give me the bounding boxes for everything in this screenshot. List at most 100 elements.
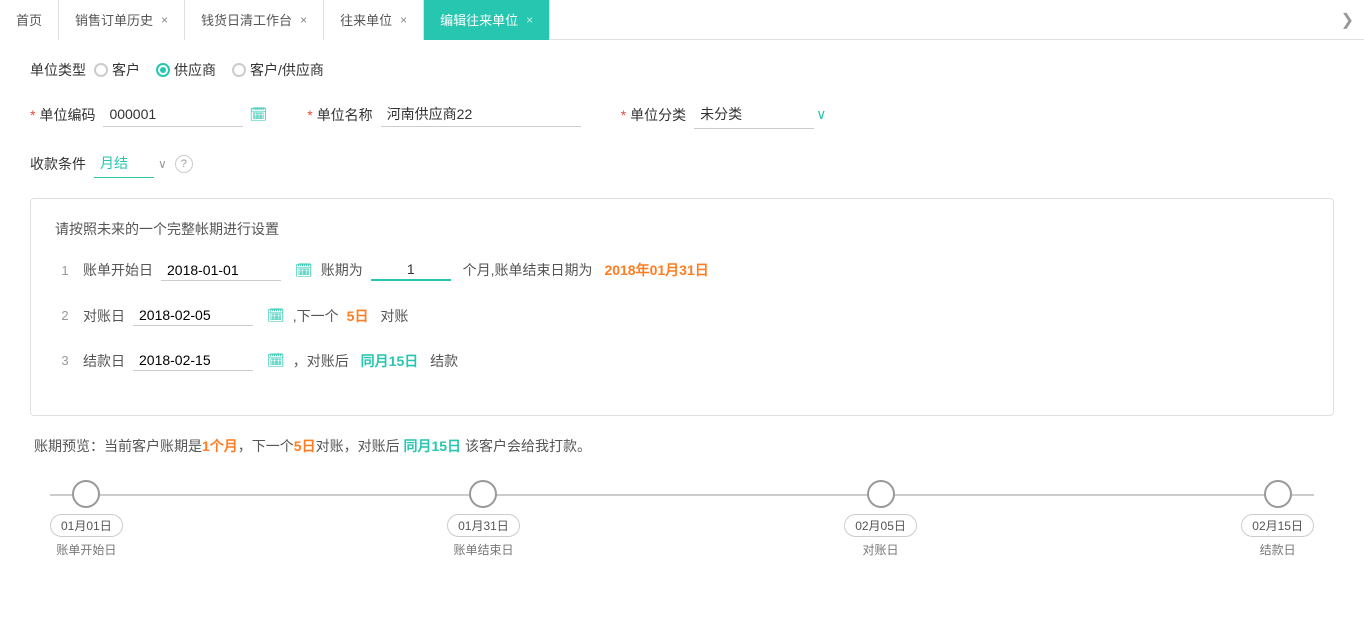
radio-customer-circle <box>94 63 108 77</box>
unit-code-required: * <box>30 107 35 123</box>
unit-code-label: 单位编码 <box>39 105 95 125</box>
period-cal-1[interactable]: 🗓 <box>295 262 313 279</box>
timeline-point-3: 02月15日 结款日 <box>1241 480 1314 558</box>
payment-terms-arrow[interactable]: ∨ <box>158 157 167 171</box>
timeline-dot-2 <box>867 480 895 508</box>
preview-suffix: 该客户会给我打款。 <box>465 438 591 454</box>
payment-terms-label: 收款条件 <box>30 154 86 174</box>
unit-name-required: * <box>307 107 312 123</box>
period-label-2: 对账日 <box>83 306 125 326</box>
period-num-3: 3 <box>55 353 75 368</box>
period-suffix-2a: ,下一个 <box>293 306 339 326</box>
preview-day5: 5日 <box>294 438 316 454</box>
period-highlight-5: 5日 <box>347 306 369 326</box>
unit-type-label: 单位类型 <box>30 60 86 80</box>
payment-terms-help[interactable]: ? <box>175 155 193 173</box>
radio-customer-label: 客户 <box>112 60 140 80</box>
preview-text: 账期预览：当前客户账期是1个月，下一个5日对账，对账后 同月15日 该客户会给我… <box>30 436 1334 456</box>
payment-terms-row: 收款条件 月结 ∨ ? <box>30 149 1334 178</box>
timeline-section: 01月01日 账单开始日 01月31日 账单结束日 02月05日 对账日 02月… <box>30 480 1334 598</box>
period-highlight-15: 同月15日 <box>361 351 419 371</box>
period-suffix-1: 账期为 <box>321 260 363 280</box>
timeline-point-1: 01月31日 账单结束日 <box>447 480 520 558</box>
unit-category-required: * <box>621 107 626 123</box>
tab-sales-history[interactable]: 销售订单历史 × <box>59 0 185 40</box>
timeline-badge-2: 02月05日 <box>844 514 917 537</box>
main-content: 单位类型 客户 供应商 客户/供应商 * 单位编码 🗓 * 单位名称 <box>0 40 1364 618</box>
timeline-dot-1 <box>469 480 497 508</box>
tab-sales-history-close[interactable]: × <box>161 13 168 27</box>
timeline-wrapper: 01月01日 账单开始日 01月31日 账单结束日 02月05日 对账日 02月… <box>50 480 1314 558</box>
tab-cash-workbench-label: 钱货日清工作台 <box>201 10 292 29</box>
preview-comma1: ，下一个 <box>238 438 294 454</box>
radio-both-circle <box>232 63 246 77</box>
timeline-label-1: 账单结束日 <box>453 541 513 558</box>
timeline-point-2: 02月05日 对账日 <box>844 480 917 558</box>
timeline-dot-0 <box>72 480 100 508</box>
payment-terms-value[interactable]: 月结 <box>94 149 154 178</box>
period-date-3[interactable] <box>133 350 253 371</box>
radio-supplier-label: 供应商 <box>174 60 216 80</box>
period-row-1: 1 账单开始日 🗓 账期为 个月,账单结束日期为 2018年01月31日 <box>55 259 1309 281</box>
unit-category-label: 单位分类 <box>630 105 686 125</box>
unit-type-radio-group: 客户 供应商 客户/供应商 <box>94 60 324 80</box>
timeline-line <box>50 494 1314 496</box>
period-cal-2[interactable]: 🗓 <box>267 307 285 324</box>
unit-name-input[interactable] <box>381 102 581 127</box>
timeline-badge-0: 01月01日 <box>50 514 123 537</box>
period-label-1: 账单开始日 <box>83 260 153 280</box>
period-suffix-2b: 对账 <box>376 306 408 326</box>
tab-home[interactable]: 首页 <box>0 0 59 40</box>
unit-type-row: 单位类型 客户 供应商 客户/供应商 <box>30 60 1334 80</box>
unit-name-label: 单位名称 <box>317 105 373 125</box>
preview-months: 1个月 <box>202 438 238 454</box>
preview-middle: 对账，对账后 <box>316 438 400 454</box>
period-num-1: 1 <box>55 263 75 278</box>
radio-both[interactable]: 客户/供应商 <box>232 60 324 80</box>
period-date-2[interactable] <box>133 305 253 326</box>
radio-both-label: 客户/供应商 <box>250 60 324 80</box>
unit-code-input[interactable] <box>103 102 243 127</box>
radio-customer[interactable]: 客户 <box>94 60 140 80</box>
unit-category-group: * 单位分类 未分类 ∨ <box>621 100 827 129</box>
unit-code-group: * 单位编码 🗓 <box>30 102 267 127</box>
period-suffix-3a: ，对账后 <box>293 351 353 371</box>
timeline-label-2: 对账日 <box>863 541 899 558</box>
tab-edit-partner-close[interactable]: × <box>526 13 533 27</box>
period-months-input[interactable] <box>371 259 451 281</box>
period-suffix-3b: 结款 <box>426 351 458 371</box>
period-suffix2-1: 个月,账单结束日期为 <box>459 260 597 280</box>
period-row-3: 3 结款日 🗓 ，对账后 同月15日 结款 <box>55 350 1309 371</box>
unit-name-group: * 单位名称 <box>307 102 580 127</box>
timeline-label-3: 结款日 <box>1260 541 1296 558</box>
tab-sales-history-label: 销售订单历史 <box>75 10 153 29</box>
period-row-2: 2 对账日 🗓 ,下一个 5日 对账 <box>55 305 1309 326</box>
unit-info-row: * 单位编码 🗓 * 单位名称 * 单位分类 未分类 ∨ <box>30 100 1334 129</box>
timeline-badge-1: 01月31日 <box>447 514 520 537</box>
period-cal-3[interactable]: 🗓 <box>267 352 285 369</box>
unit-category-value[interactable]: 未分类 <box>694 100 814 129</box>
period-setup-title: 请按照未来的一个完整帐期进行设置 <box>55 219 1309 239</box>
period-setup-box: 请按照未来的一个完整帐期进行设置 1 账单开始日 🗓 账期为 个月,账单结束日期… <box>30 198 1334 416</box>
tab-partner-units[interactable]: 往来单位 × <box>324 0 424 40</box>
preview-day15: 同月15日 <box>403 438 461 454</box>
tab-home-label: 首页 <box>16 10 42 29</box>
payment-terms-dropdown: 月结 ∨ <box>94 149 167 178</box>
tab-edit-partner-label: 编辑往来单位 <box>440 10 518 29</box>
tab-partner-units-close[interactable]: × <box>400 13 407 27</box>
unit-code-icon[interactable]: 🗓 <box>249 106 267 123</box>
radio-supplier[interactable]: 供应商 <box>156 60 216 80</box>
tab-cash-workbench-close[interactable]: × <box>300 13 307 27</box>
tab-scroll-right[interactable]: ❯ <box>1331 0 1364 40</box>
period-date-1[interactable] <box>161 260 281 281</box>
unit-category-arrow[interactable]: ∨ <box>816 106 826 123</box>
period-num-2: 2 <box>55 308 75 323</box>
period-end-date: 2018年01月31日 <box>604 260 708 280</box>
timeline-dot-3 <box>1264 480 1292 508</box>
timeline-point-0: 01月01日 账单开始日 <box>50 480 123 558</box>
preview-prefix: 账期预览：当前客户账期是 <box>34 438 202 454</box>
radio-supplier-circle <box>156 63 170 77</box>
tab-cash-workbench[interactable]: 钱货日清工作台 × <box>185 0 324 40</box>
tab-edit-partner[interactable]: 编辑往来单位 × <box>424 0 550 40</box>
timeline-badge-3: 02月15日 <box>1241 514 1314 537</box>
